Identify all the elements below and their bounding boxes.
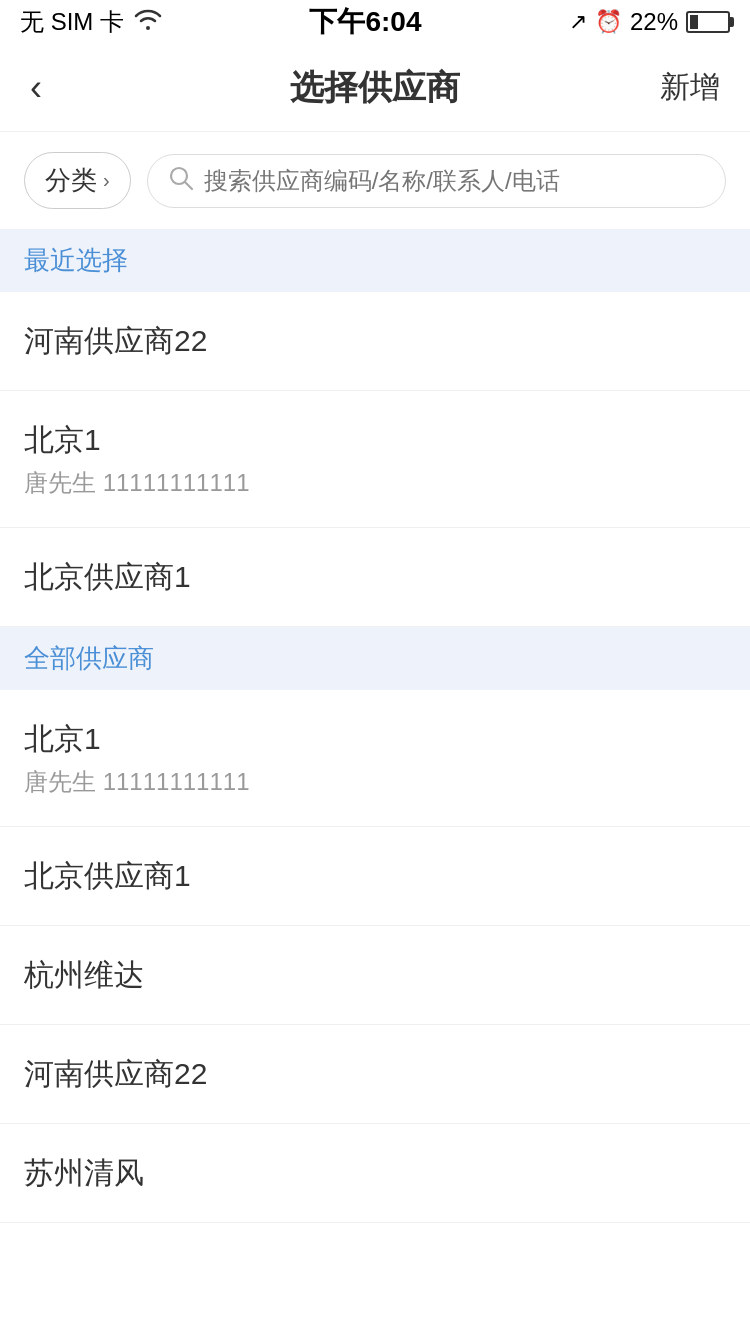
- battery-pct: 22%: [630, 8, 678, 36]
- location-icon: ↗: [569, 9, 587, 35]
- filter-bar: 分类 ›: [0, 132, 750, 229]
- item-name: 杭州维达: [24, 954, 726, 996]
- section-header-all: 全部供应商: [0, 627, 750, 690]
- chevron-right-icon: ›: [103, 169, 110, 192]
- list-item[interactable]: 北京供应商1: [0, 827, 750, 926]
- nav-bar: ‹ 选择供应商 新增: [0, 44, 750, 132]
- item-name: 河南供应商22: [24, 320, 726, 362]
- page-title: 选择供应商: [290, 65, 460, 111]
- status-right: ↗ ⏰ 22%: [569, 8, 730, 36]
- list-item[interactable]: 杭州维达: [0, 926, 750, 1025]
- wifi-icon: [134, 8, 162, 36]
- category-filter-button[interactable]: 分类 ›: [24, 152, 131, 209]
- list-item[interactable]: 北京1 唐先生 11111111111: [0, 391, 750, 528]
- item-name: 河南供应商22: [24, 1053, 726, 1095]
- list-item[interactable]: 苏州清风: [0, 1124, 750, 1223]
- search-input[interactable]: [204, 167, 705, 195]
- search-box[interactable]: [147, 154, 726, 208]
- supplier-list: 最近选择河南供应商22 北京1 唐先生 11111111111 北京供应商1 全部供应商…: [0, 229, 750, 1223]
- item-name: 苏州清风: [24, 1152, 726, 1194]
- item-name: 北京1: [24, 419, 726, 461]
- status-time: 下午6:04: [309, 3, 421, 41]
- list-item[interactable]: 河南供应商22: [0, 1025, 750, 1124]
- search-icon: [168, 165, 194, 197]
- status-left: 无 SIM 卡: [20, 6, 162, 38]
- add-button[interactable]: 新增: [660, 67, 720, 108]
- section-header-recent: 最近选择: [0, 229, 750, 292]
- no-sim-label: 无 SIM 卡: [20, 6, 124, 38]
- back-button[interactable]: ‹: [30, 67, 90, 109]
- list-item[interactable]: 北京供应商1: [0, 528, 750, 627]
- list-item[interactable]: 河南供应商22: [0, 292, 750, 391]
- item-name: 北京供应商1: [24, 855, 726, 897]
- category-label: 分类: [45, 163, 97, 198]
- item-sub: 唐先生 11111111111: [24, 467, 726, 499]
- item-name: 北京供应商1: [24, 556, 726, 598]
- svg-line-1: [185, 182, 192, 189]
- item-sub: 唐先生 11111111111: [24, 766, 726, 798]
- list-item[interactable]: 北京1 唐先生 11111111111: [0, 690, 750, 827]
- item-name: 北京1: [24, 718, 726, 760]
- battery-icon: [686, 11, 730, 33]
- alarm-icon: ⏰: [595, 9, 622, 35]
- status-bar: 无 SIM 卡 下午6:04 ↗ ⏰ 22%: [0, 0, 750, 44]
